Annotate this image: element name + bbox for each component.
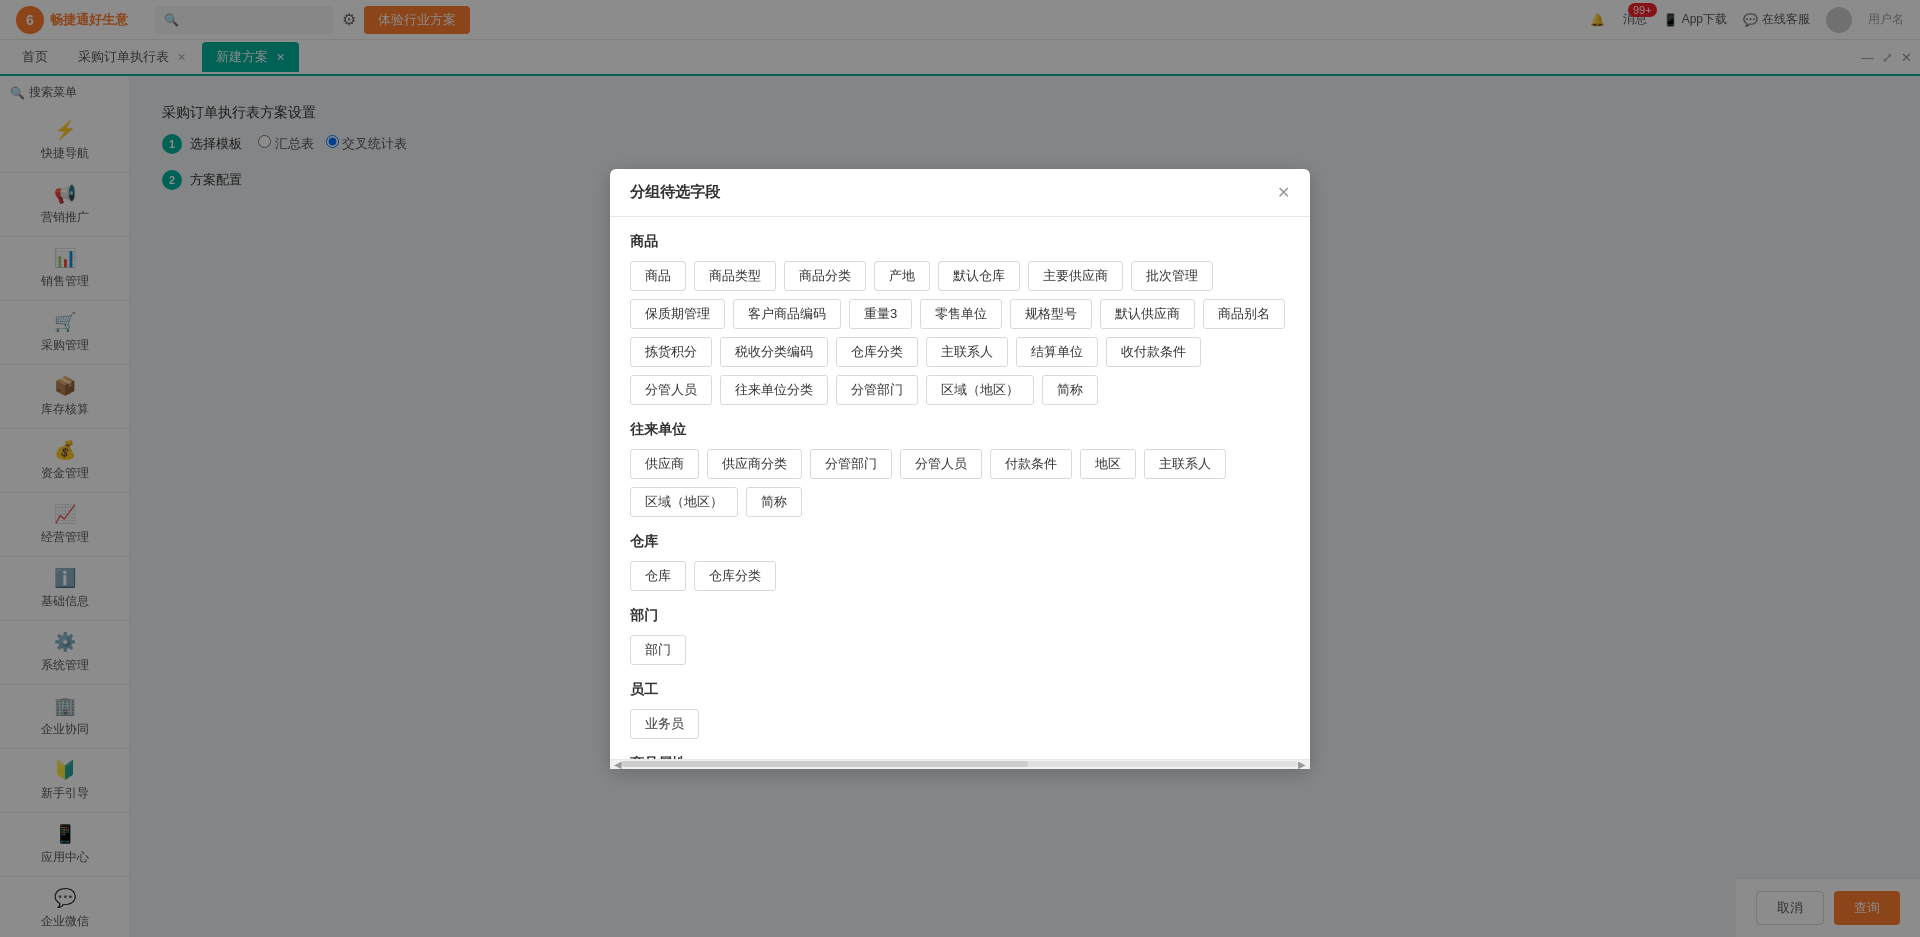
section-warehouse: 仓库 仓库仓库分类 — [630, 533, 1290, 591]
section-employee: 员工 业务员 — [630, 681, 1290, 739]
section-label-dept: 部门 — [630, 607, 1290, 625]
field-tags-goods: 商品商品类型商品分类产地默认仓库主要供应商批次管理保质期管理客户商品编码重量3 零… — [630, 261, 1290, 405]
section-label-warehouse: 仓库 — [630, 533, 1290, 551]
field-tag[interactable]: 收付款条件 — [1106, 337, 1201, 367]
field-tag[interactable]: 简称 — [746, 487, 802, 517]
field-tag[interactable]: 简称 — [1042, 375, 1098, 405]
section-label-employee: 员工 — [630, 681, 1290, 699]
field-tag[interactable]: 商品分类 — [784, 261, 866, 291]
field-tag[interactable]: 税收分类编码 — [720, 337, 828, 367]
section-goods: 商品 商品商品类型商品分类产地默认仓库主要供应商批次管理保质期管理客户商品编码重… — [630, 233, 1290, 405]
scroll-track — [622, 761, 1298, 767]
field-tag[interactable]: 部门 — [630, 635, 686, 665]
field-tag[interactable]: 地区 — [1080, 449, 1136, 479]
field-tag[interactable]: 主要供应商 — [1028, 261, 1123, 291]
section-partner: 往来单位 供应商供应商分类分管部门分管人员付款条件地区主联系人区域（地区） 简称 — [630, 421, 1290, 517]
modal-title: 分组待选字段 — [630, 183, 720, 202]
section-label-partner: 往来单位 — [630, 421, 1290, 439]
field-tag[interactable]: 供应商 — [630, 449, 699, 479]
field-tag[interactable]: 仓库分类 — [694, 561, 776, 591]
field-tag[interactable]: 商品 — [630, 261, 686, 291]
field-tag[interactable]: 分管人员 — [900, 449, 982, 479]
field-tags-warehouse: 仓库仓库分类 — [630, 561, 1290, 591]
field-tag[interactable]: 客户商品编码 — [733, 299, 841, 329]
section-label-goods: 商品 — [630, 233, 1290, 251]
section-dept: 部门 部门 — [630, 607, 1290, 665]
scroll-right-arrow[interactable]: ▶ — [1298, 759, 1306, 770]
field-tag[interactable]: 零售单位 — [920, 299, 1002, 329]
field-tag[interactable]: 分管人员 — [630, 375, 712, 405]
modal-overlay: 分组待选字段 ✕ 商品 商品商品类型商品分类产地默认仓库主要供应商批次管理保质期… — [0, 0, 1920, 937]
field-tag[interactable]: 默认仓库 — [938, 261, 1020, 291]
field-tag[interactable]: 仓库分类 — [836, 337, 918, 367]
field-tag[interactable]: 业务员 — [630, 709, 699, 739]
field-select-modal: 分组待选字段 ✕ 商品 商品商品类型商品分类产地默认仓库主要供应商批次管理保质期… — [610, 169, 1310, 769]
field-tag[interactable]: 结算单位 — [1016, 337, 1098, 367]
field-tag[interactable]: 区域（地区） — [630, 487, 738, 517]
field-tag[interactable]: 商品类型 — [694, 261, 776, 291]
field-tag[interactable]: 规格型号 — [1010, 299, 1092, 329]
field-tags-partner: 供应商供应商分类分管部门分管人员付款条件地区主联系人区域（地区） 简称 — [630, 449, 1290, 517]
field-tag[interactable]: 分管部门 — [810, 449, 892, 479]
field-tags-dept: 部门 — [630, 635, 1290, 665]
field-tag[interactable]: 重量3 — [849, 299, 912, 329]
field-tag[interactable]: 保质期管理 — [630, 299, 725, 329]
field-tag[interactable]: 主联系人 — [1144, 449, 1226, 479]
modal-body[interactable]: 商品 商品商品类型商品分类产地默认仓库主要供应商批次管理保质期管理客户商品编码重… — [610, 217, 1310, 759]
field-tag[interactable]: 拣货积分 — [630, 337, 712, 367]
field-tag[interactable]: 批次管理 — [1131, 261, 1213, 291]
field-tag[interactable]: 付款条件 — [990, 449, 1072, 479]
field-tag[interactable]: 商品别名 — [1203, 299, 1285, 329]
modal-header: 分组待选字段 ✕ — [610, 169, 1310, 217]
field-tag[interactable]: 默认供应商 — [1100, 299, 1195, 329]
modal-close-button[interactable]: ✕ — [1277, 183, 1290, 202]
field-tag[interactable]: 区域（地区） — [926, 375, 1034, 405]
horizontal-scrollbar[interactable]: ◀ ▶ — [610, 759, 1310, 769]
scroll-left-arrow[interactable]: ◀ — [614, 759, 622, 770]
field-tag[interactable]: 产地 — [874, 261, 930, 291]
field-tags-employee: 业务员 — [630, 709, 1290, 739]
field-tag[interactable]: 仓库 — [630, 561, 686, 591]
scroll-thumb — [622, 761, 1028, 767]
field-tag[interactable]: 分管部门 — [836, 375, 918, 405]
field-tag[interactable]: 供应商分类 — [707, 449, 802, 479]
field-tag[interactable]: 主联系人 — [926, 337, 1008, 367]
field-tag[interactable]: 往来单位分类 — [720, 375, 828, 405]
